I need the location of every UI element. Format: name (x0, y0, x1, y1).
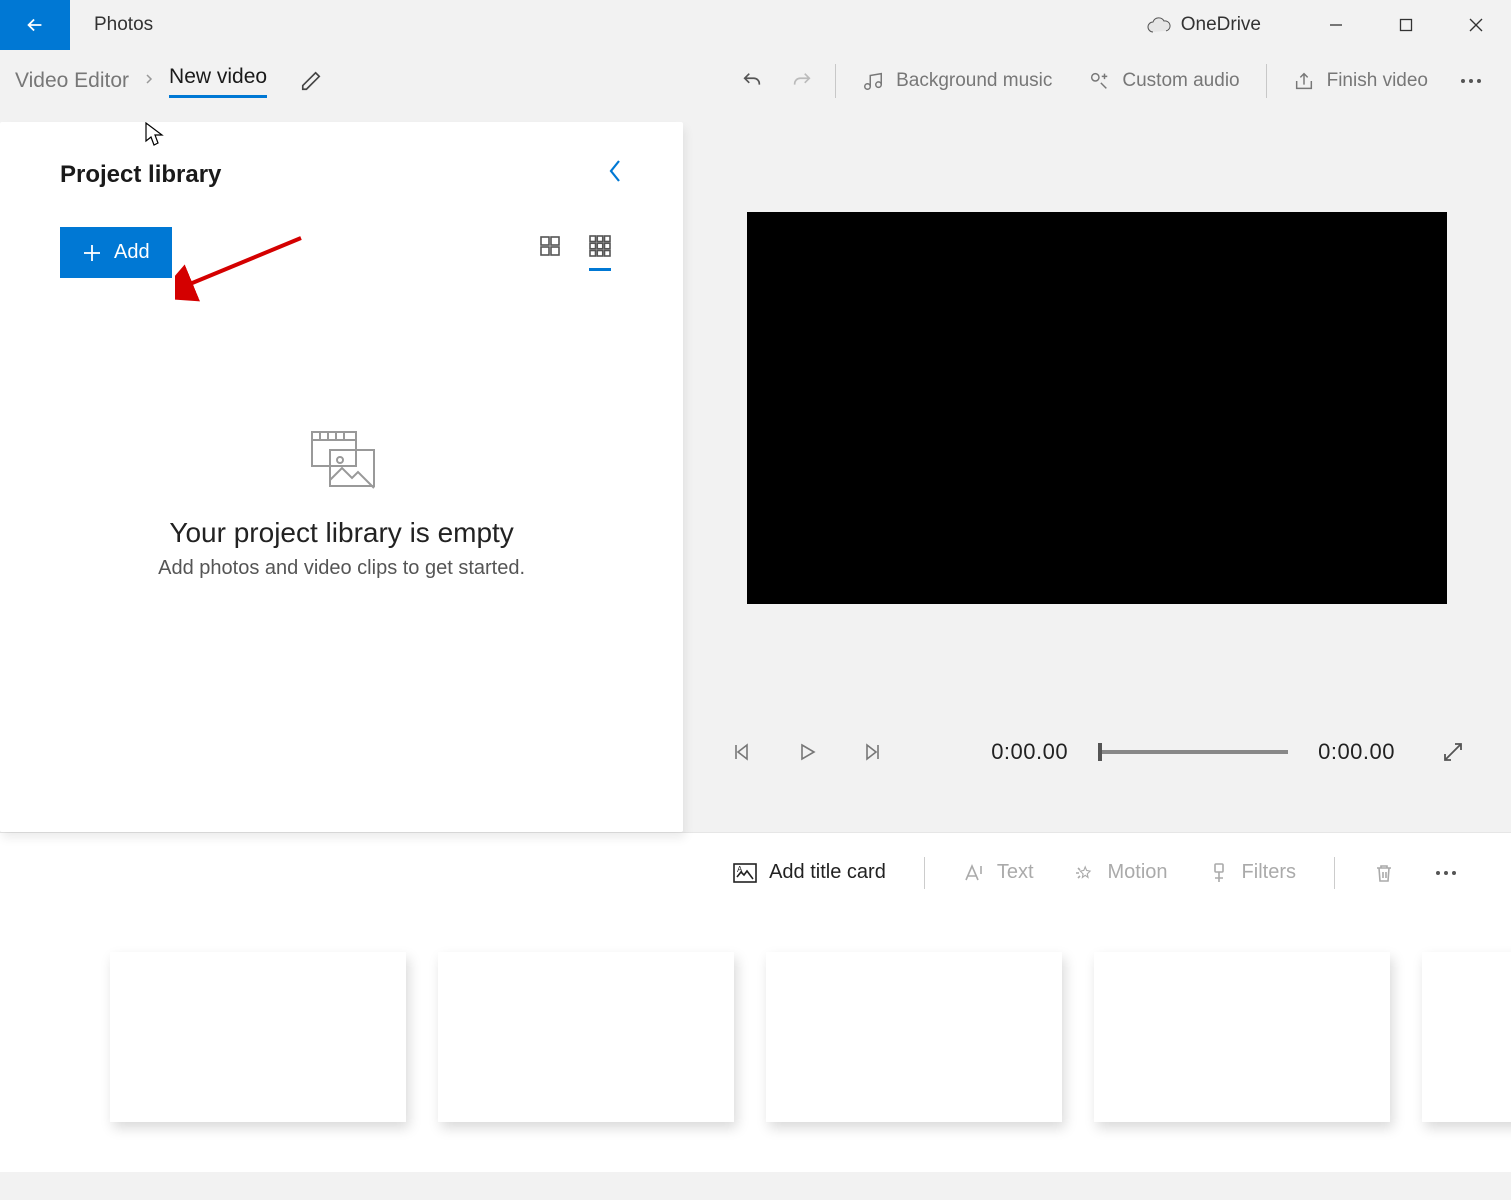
collapse-library-button[interactable] (607, 158, 623, 191)
storyboard-slot[interactable] (438, 952, 734, 1122)
text-button[interactable]: Text (949, 861, 1048, 884)
play-button[interactable] (789, 734, 825, 770)
storyboard-slot[interactable] (766, 952, 1062, 1122)
add-button[interactable]: Add (60, 227, 172, 278)
time-total: 0:00.00 (1318, 739, 1395, 765)
motion-button[interactable]: Motion (1060, 861, 1182, 884)
custom-audio-icon (1088, 70, 1110, 92)
plus-icon (82, 243, 102, 263)
minimize-button[interactable] (1301, 0, 1371, 50)
maximize-button[interactable] (1371, 0, 1441, 50)
divider (1334, 857, 1335, 889)
empty-title: Your project library is empty (60, 517, 623, 549)
motion-icon (1074, 862, 1096, 884)
pencil-icon (300, 70, 322, 92)
minimize-icon (1329, 18, 1343, 32)
bg-music-label: Background music (896, 70, 1052, 92)
prev-frame-button[interactable] (723, 734, 759, 770)
ellipsis-icon (1435, 870, 1457, 876)
video-preview[interactable] (747, 212, 1447, 604)
text-icon (963, 862, 985, 884)
fullscreen-button[interactable] (1435, 734, 1471, 770)
redo-icon (791, 70, 813, 92)
undo-icon (741, 70, 763, 92)
app-title: Photos (94, 14, 153, 36)
back-button[interactable] (0, 0, 70, 50)
title-card-icon: A (733, 863, 757, 883)
more-button[interactable] (1446, 78, 1496, 84)
filters-icon (1208, 862, 1230, 884)
storyboard-slot[interactable] (1094, 952, 1390, 1122)
text-label: Text (997, 861, 1034, 884)
motion-label: Motion (1108, 861, 1168, 884)
maximize-icon (1399, 18, 1413, 32)
grid-large-icon (539, 235, 561, 257)
onedrive-label: OneDrive (1181, 14, 1261, 36)
empty-library-icon (60, 428, 623, 497)
title-card-label: Add title card (769, 861, 886, 884)
storyboard-slot[interactable] (1422, 952, 1511, 1122)
undo-button[interactable] (727, 70, 777, 92)
storyboard[interactable] (0, 912, 1511, 1172)
empty-subtitle: Add photos and video clips to get starte… (60, 557, 623, 580)
chevron-left-icon (607, 158, 623, 184)
view-small-button[interactable] (589, 235, 611, 271)
cloud-icon (1147, 17, 1171, 33)
ellipsis-icon (1460, 78, 1482, 84)
finish-video-button[interactable]: Finish video (1275, 70, 1446, 92)
next-frame-button[interactable] (855, 734, 891, 770)
back-arrow-icon (24, 14, 46, 36)
trash-icon (1373, 862, 1395, 884)
preview-panel: 0:00.00 0:00.00 (683, 122, 1511, 832)
svg-text:A: A (737, 865, 743, 874)
rename-button[interactable] (291, 61, 331, 101)
onedrive-button[interactable]: OneDrive (1147, 14, 1261, 36)
prev-frame-icon (731, 742, 751, 762)
add-label: Add (114, 241, 150, 264)
add-title-card-button[interactable]: A Add title card (719, 861, 900, 884)
grid-small-icon (589, 235, 611, 257)
project-title[interactable]: New video (169, 65, 267, 98)
custom-audio-button[interactable]: Custom audio (1070, 70, 1257, 92)
finish-video-label: Finish video (1327, 70, 1428, 92)
chevron-right-icon (143, 72, 155, 90)
divider (1266, 64, 1267, 98)
expand-icon (1442, 741, 1464, 763)
play-icon (797, 742, 817, 762)
filters-label: Filters (1242, 861, 1296, 884)
library-title: Project library (60, 161, 221, 189)
divider (835, 64, 836, 98)
breadcrumb-video-editor[interactable]: Video Editor (15, 69, 129, 93)
storyboard-slot[interactable] (110, 952, 406, 1122)
close-button[interactable] (1441, 0, 1511, 50)
project-library-panel: Project library Add (0, 122, 683, 832)
close-icon (1469, 18, 1483, 32)
time-current: 0:00.00 (991, 739, 1068, 765)
scrubber[interactable] (1098, 750, 1288, 754)
storyboard-more-button[interactable] (1421, 870, 1471, 876)
divider (924, 857, 925, 889)
bg-music-button[interactable]: Background music (844, 70, 1070, 92)
custom-audio-label: Custom audio (1122, 70, 1239, 92)
next-frame-icon (863, 742, 883, 762)
export-icon (1293, 70, 1315, 92)
filters-button[interactable]: Filters (1194, 861, 1310, 884)
music-icon (862, 70, 884, 92)
view-large-button[interactable] (539, 235, 561, 271)
redo-button[interactable] (777, 70, 827, 92)
delete-button[interactable] (1359, 862, 1409, 884)
